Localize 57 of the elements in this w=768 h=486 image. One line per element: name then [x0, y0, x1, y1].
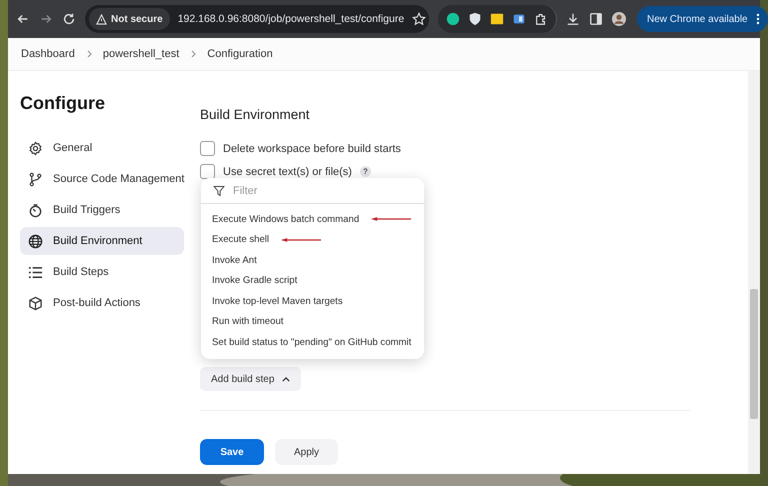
checkbox-label: Delete workspace before build starts	[223, 142, 401, 154]
sidebar-item[interactable]: Build Steps	[20, 258, 184, 286]
menu-item[interactable]: Invoke top-level Maven targets	[212, 296, 343, 307]
gear-icon	[28, 140, 43, 156]
security-chip[interactable]: Not secure	[89, 8, 170, 30]
chevron-icon	[189, 50, 198, 58]
side-panel-icon[interactable]	[589, 12, 603, 26]
save-button[interactable]: Save	[200, 439, 264, 465]
globe-icon	[28, 234, 43, 248]
scrollbar[interactable]	[748, 71, 760, 474]
sidebar-item[interactable]: Post-build Actions	[20, 289, 184, 317]
help-button[interactable]: ?	[360, 166, 371, 177]
sidebar-item[interactable]: Source Code Management	[20, 165, 184, 193]
avatar-icon[interactable]	[612, 12, 626, 26]
extension-icon[interactable]	[446, 12, 460, 26]
sidebar-item[interactable]: Build Triggers	[20, 196, 184, 224]
chevron-icon	[84, 50, 93, 58]
menu-item[interactable]: Invoke Gradle script	[212, 275, 298, 286]
package-icon	[28, 296, 43, 310]
breadcrumb-link[interactable]: Configuration	[207, 48, 273, 60]
menu-item[interactable]: Execute Windows batch command	[212, 214, 360, 225]
add-build-step-button[interactable]: Add build step	[200, 367, 302, 391]
reload-icon[interactable]	[62, 12, 76, 26]
breadcrumb-link[interactable]: powershell_test	[102, 48, 180, 60]
sidebar-item[interactable]: Build Environment	[20, 227, 184, 255]
menu-item[interactable]: Set build status to "pending" on GitHub commit	[212, 336, 412, 348]
filter-field[interactable]: Filter	[233, 184, 393, 196]
filter-icon	[213, 184, 225, 196]
checkbox[interactable]	[200, 164, 215, 179]
apply-button[interactable]: Apply	[275, 439, 338, 465]
branch-icon	[28, 172, 43, 186]
timer-icon	[28, 202, 43, 218]
shield-icon[interactable]	[468, 12, 482, 26]
checkbox-label: Use secret text(s) or file(s)	[223, 166, 352, 178]
sidebar-title: Configure	[20, 93, 106, 114]
menu-item[interactable]: Execute shell	[212, 234, 270, 246]
list-icon	[28, 264, 43, 280]
forward-icon[interactable]	[39, 12, 53, 26]
url-text: 192.168.0.96:8080/job/powershell_test/configure	[178, 13, 404, 25]
section-title: Build Environment	[200, 107, 311, 122]
breadcrumb-link[interactable]: Dashboard	[21, 48, 75, 60]
menu-item[interactable]: Run with timeout	[212, 316, 284, 328]
caret-icon	[282, 376, 290, 382]
scrollbar-thumb[interactable]	[750, 289, 758, 419]
puzzle-icon[interactable]	[534, 12, 548, 26]
back-icon[interactable]	[16, 12, 30, 26]
star-icon[interactable]	[412, 12, 426, 26]
more-icon	[756, 13, 760, 25]
menu-item[interactable]: Invoke Ant	[212, 254, 257, 266]
sidebar-item[interactable]: General	[20, 134, 184, 162]
checkbox[interactable]	[200, 141, 215, 156]
extension-icon[interactable]	[512, 12, 526, 26]
download-icon[interactable]	[566, 12, 580, 26]
warning-icon	[96, 14, 107, 24]
address-bar[interactable]: Not secure 192.168.0.96:8080/job/powershell_test/configure	[85, 5, 429, 33]
extension-icon[interactable]	[490, 12, 504, 26]
update-button[interactable]: New Chrome available	[637, 6, 768, 32]
